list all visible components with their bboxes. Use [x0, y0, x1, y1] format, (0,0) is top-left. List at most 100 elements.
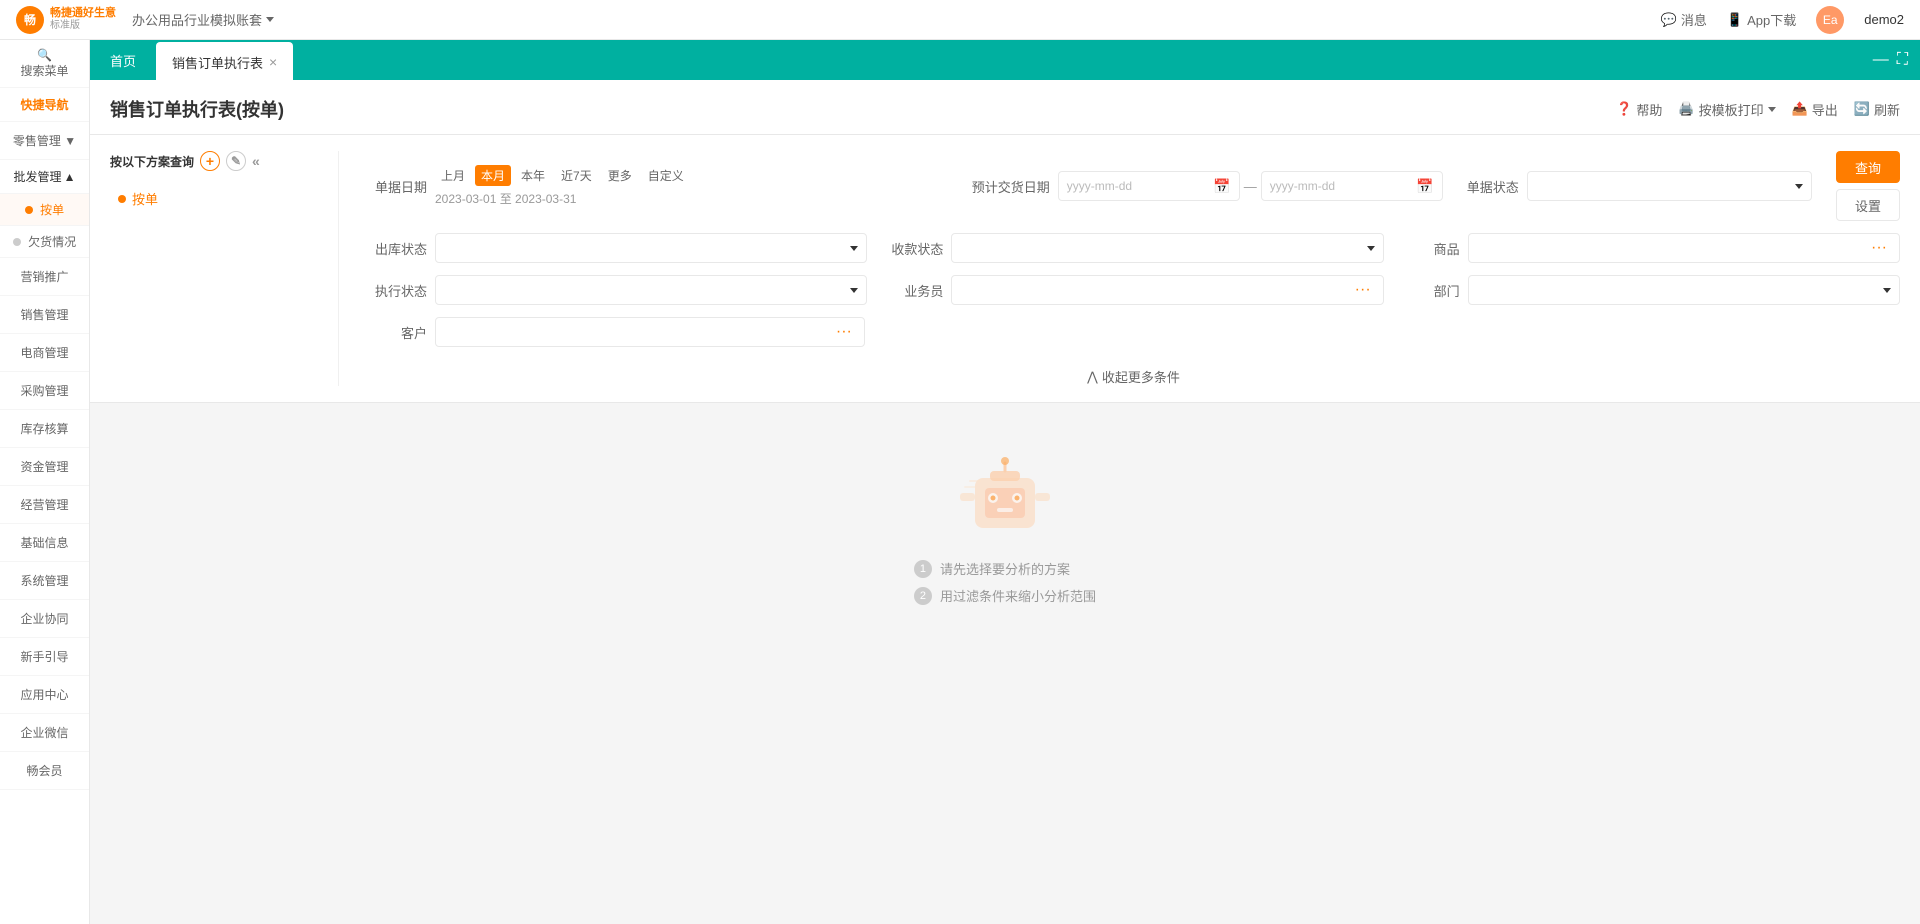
close-icon[interactable]: ×	[269, 54, 277, 70]
filter-section: 按以下方案查询 + ✎ « 按单	[90, 135, 1920, 403]
chevron-up-icon: ▲	[64, 170, 76, 184]
scheme-dot-icon	[118, 195, 126, 203]
delivery-status-select[interactable]	[435, 233, 867, 263]
logo-area: 畅 畅捷通好生意 标准版	[16, 6, 116, 34]
sidebar-item-corpwechat[interactable]: 企业微信	[0, 714, 89, 752]
calendar-icon2: 📅	[1416, 178, 1433, 195]
filter-item-salesman: 业务员 ···	[883, 275, 1383, 305]
dept-select[interactable]	[1468, 275, 1900, 305]
sidebar-item-system[interactable]: 系统管理	[0, 562, 89, 600]
sidebar-item-enterprise[interactable]: 企业协同	[0, 600, 89, 638]
exec-status-select[interactable]	[435, 275, 867, 305]
expected-date-label: 预计交货日期	[972, 177, 1050, 196]
sidebar-item-wholesale-header[interactable]: 批发管理 ▲	[0, 160, 89, 194]
username-label[interactable]: demo2	[1864, 12, 1904, 27]
tab-label: 销售订单执行表	[172, 53, 263, 72]
filter-item-dept: 部门	[1400, 275, 1900, 305]
filter-item-doc-date: 单据日期 上月 本月 本年 近7天 更多 自定义	[367, 165, 956, 207]
filter-item-payment-status: 收款状态	[883, 233, 1383, 263]
date-tab-this-year[interactable]: 本年	[515, 165, 551, 186]
collapse-scheme-button[interactable]: «	[252, 153, 260, 169]
sidebar-item-operations[interactable]: 经营管理	[0, 486, 89, 524]
delivery-status-label: 出库状态	[367, 239, 427, 258]
customer-label: 客户	[367, 323, 427, 342]
filter-item-delivery-status: 出库状态	[367, 233, 867, 263]
tab-active[interactable]: 销售订单执行表 ×	[156, 42, 293, 82]
search-icon: 🔍	[37, 48, 52, 62]
customer-input[interactable]: ···	[435, 317, 865, 347]
filter-item-customer: 客户 ···	[367, 317, 865, 347]
date-range-display: 2023-03-01 至 2023-03-31	[435, 190, 956, 207]
user-avatar: Ea	[1816, 6, 1844, 34]
refresh-icon: 🔄	[1854, 101, 1870, 117]
sidebar: 🔍 搜索菜单 快捷导航 零售管理 ▼ 批发管理 ▲ 按单 欠货情况 营销推广 销…	[0, 40, 90, 924]
chevron-down-icon	[266, 17, 274, 22]
logo-icon: 畅	[16, 6, 44, 34]
collapse-icon: ⋀	[1087, 369, 1098, 385]
scheme-item-按单[interactable]: 按单	[110, 183, 310, 214]
goods-input[interactable]: ···	[1468, 233, 1900, 263]
chevron-down-icon	[850, 288, 858, 293]
sidebar-item-purchase[interactable]: 采购管理	[0, 372, 89, 410]
date-tab-last7[interactable]: 近7天	[555, 165, 598, 186]
print-button[interactable]: 🖨️ 按模板打印	[1678, 100, 1775, 119]
salesman-label: 业务员	[883, 281, 943, 300]
sidebar-item-basic[interactable]: 基础信息	[0, 524, 89, 562]
download-icon: 📱	[1727, 12, 1743, 28]
app-download-button[interactable]: 📱 App下载	[1727, 10, 1796, 29]
sidebar-item-member[interactable]: 畅会员	[0, 752, 89, 790]
settings-button[interactable]: 设置	[1836, 189, 1900, 221]
empty-illustration	[955, 443, 1055, 543]
messages-button[interactable]: 💬 消息	[1661, 10, 1707, 29]
tip-num-2: 2	[914, 587, 932, 605]
page-title: 销售订单执行表(按单)	[110, 96, 284, 122]
expected-date-from[interactable]: yyyy-mm-dd 📅	[1058, 171, 1240, 201]
sidebar-item-sales[interactable]: 销售管理	[0, 296, 89, 334]
chevron-down-icon	[1795, 184, 1803, 189]
sidebar-item-finance[interactable]: 资金管理	[0, 448, 89, 486]
sidebar-item-newguide[interactable]: 新手引导	[0, 638, 89, 676]
sidebar-item-quicknav[interactable]: 快捷导航	[0, 88, 89, 122]
help-icon: ❓	[1616, 101, 1632, 117]
date-tab-custom[interactable]: 自定义	[642, 165, 690, 186]
expected-date-to[interactable]: yyyy-mm-dd 📅	[1261, 171, 1443, 201]
doc-status-select[interactable]	[1527, 171, 1812, 201]
sidebar-sub-item-按单[interactable]: 按单	[0, 194, 89, 226]
sidebar-item-search[interactable]: 🔍 搜索菜单	[0, 40, 89, 88]
sidebar-item-inventory[interactable]: 库存核算	[0, 410, 89, 448]
collapse-more-button[interactable]: ⋀ 收起更多条件	[367, 359, 1900, 386]
sidebar-item-appcenter[interactable]: 应用中心	[0, 676, 89, 714]
ellipsis-icon3: ···	[832, 323, 856, 341]
ellipsis-icon2: ···	[1351, 281, 1375, 299]
dept-label: 部门	[1400, 281, 1460, 300]
export-icon: 📤	[1792, 101, 1808, 117]
edit-scheme-button[interactable]: ✎	[226, 151, 246, 171]
payment-status-label: 收款状态	[883, 239, 943, 258]
export-button[interactable]: 📤 导出	[1792, 100, 1838, 119]
maximize-icon[interactable]: ⛶	[1897, 51, 1908, 69]
date-tab-last-month[interactable]: 上月	[435, 165, 471, 186]
sidebar-item-marketing[interactable]: 营销推广	[0, 258, 89, 296]
filter-item-doc-status: 单据状态	[1459, 171, 1812, 201]
sidebar-sub-item-欠货情况[interactable]: 欠货情况	[0, 226, 89, 258]
chevron-down-icon: ▼	[64, 134, 76, 148]
help-button[interactable]: ❓ 帮助	[1616, 100, 1662, 119]
tip-num-1: 1	[914, 560, 932, 578]
payment-status-select[interactable]	[951, 233, 1383, 263]
company-selector[interactable]: 办公用品行业模拟账套	[124, 6, 282, 33]
refresh-button[interactable]: 🔄 刷新	[1854, 100, 1900, 119]
doc-status-label: 单据状态	[1459, 177, 1519, 196]
exec-status-label: 执行状态	[367, 281, 427, 300]
print-arrow-icon	[1768, 107, 1776, 112]
date-tab-more[interactable]: 更多	[602, 165, 638, 186]
add-scheme-button[interactable]: +	[200, 151, 220, 171]
tab-home[interactable]: 首页	[90, 40, 156, 80]
sidebar-item-ecommerce[interactable]: 电商管理	[0, 334, 89, 372]
salesman-input[interactable]: ···	[951, 275, 1383, 305]
date-tab-this-month[interactable]: 本月	[475, 165, 511, 186]
sidebar-item-wholesale: 批发管理 ▲ 按单 欠货情况	[0, 160, 89, 258]
query-button[interactable]: 查询	[1836, 151, 1900, 183]
minimize-icon[interactable]: —	[1873, 51, 1889, 69]
sidebar-item-retail[interactable]: 零售管理 ▼	[0, 122, 89, 160]
scheme-label: 按以下方案查询	[110, 153, 194, 170]
